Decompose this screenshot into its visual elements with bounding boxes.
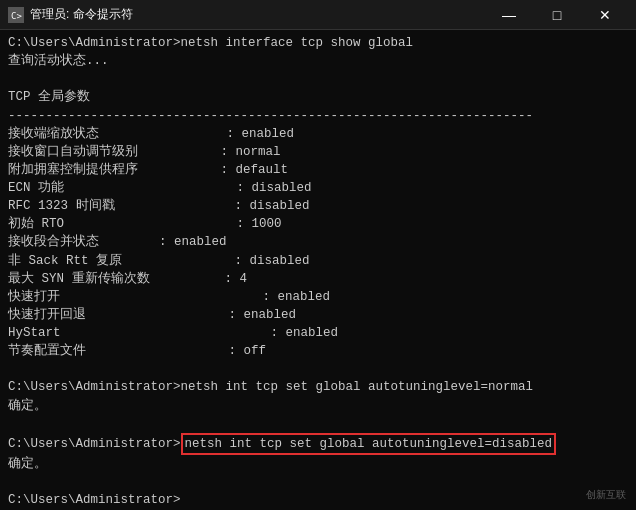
query-line: 查询活动状态... xyxy=(8,52,628,70)
blank-1 xyxy=(8,70,628,88)
final-prompt: C:\Users\Administrator> xyxy=(8,491,628,509)
cmd-icon: C> xyxy=(8,7,24,23)
minimize-button[interactable]: — xyxy=(486,0,532,30)
divider: ----------------------------------------… xyxy=(8,107,628,125)
row-rfc1323: RFC 1323 时间戳 : disabled xyxy=(8,197,628,215)
row-sack: 非 Sack Rtt 复原 : disabled xyxy=(8,252,628,270)
blank-2 xyxy=(8,360,628,378)
prompt-3: C:\Users\Administrator> xyxy=(8,437,181,451)
row-receive-scale: 接收端缩放状态 : enabled xyxy=(8,125,628,143)
title-bar: C> 管理员: 命令提示符 — □ ✕ xyxy=(0,0,636,30)
row-syn: 最大 SYN 重新传输次数 : 4 xyxy=(8,270,628,288)
command-line-3: C:\Users\Administrator>netsh int tcp set… xyxy=(8,433,628,455)
row-recv-window: 接收窗口自动调节级别 : normal xyxy=(8,143,628,161)
row-coalesce: 接收段合并状态 : enabled xyxy=(8,233,628,251)
row-fast-open-fallback: 快速打开回退 : enabled xyxy=(8,306,628,324)
title-bar-left: C> 管理员: 命令提示符 xyxy=(8,6,133,23)
blank-3 xyxy=(8,415,628,433)
row-pacing: 节奏配置文件 : off xyxy=(8,342,628,360)
svg-text:C>: C> xyxy=(11,11,22,21)
section-header: TCP 全局参数 xyxy=(8,88,628,106)
row-hystart: HyStart : enabled xyxy=(8,324,628,342)
command-line-1: C:\Users\Administrator>netsh interface t… xyxy=(8,34,628,52)
terminal-window: C:\Users\Administrator>netsh interface t… xyxy=(0,30,636,510)
confirm-2: 确定。 xyxy=(8,455,628,473)
highlighted-command: netsh int tcp set global autotuninglevel… xyxy=(181,433,557,455)
row-rto: 初始 RTO : 1000 xyxy=(8,215,628,233)
close-button[interactable]: ✕ xyxy=(582,0,628,30)
row-fast-open: 快速打开 : enabled xyxy=(8,288,628,306)
command-line-2: C:\Users\Administrator>netsh int tcp set… xyxy=(8,378,628,396)
row-ecn: ECN 功能 : disabled xyxy=(8,179,628,197)
blank-4 xyxy=(8,473,628,491)
row-add-congestion: 附加拥塞控制提供程序 : default xyxy=(8,161,628,179)
confirm-1: 确定。 xyxy=(8,397,628,415)
window-controls: — □ ✕ xyxy=(486,0,628,30)
maximize-button[interactable]: □ xyxy=(534,0,580,30)
window-title: 管理员: 命令提示符 xyxy=(30,6,133,23)
